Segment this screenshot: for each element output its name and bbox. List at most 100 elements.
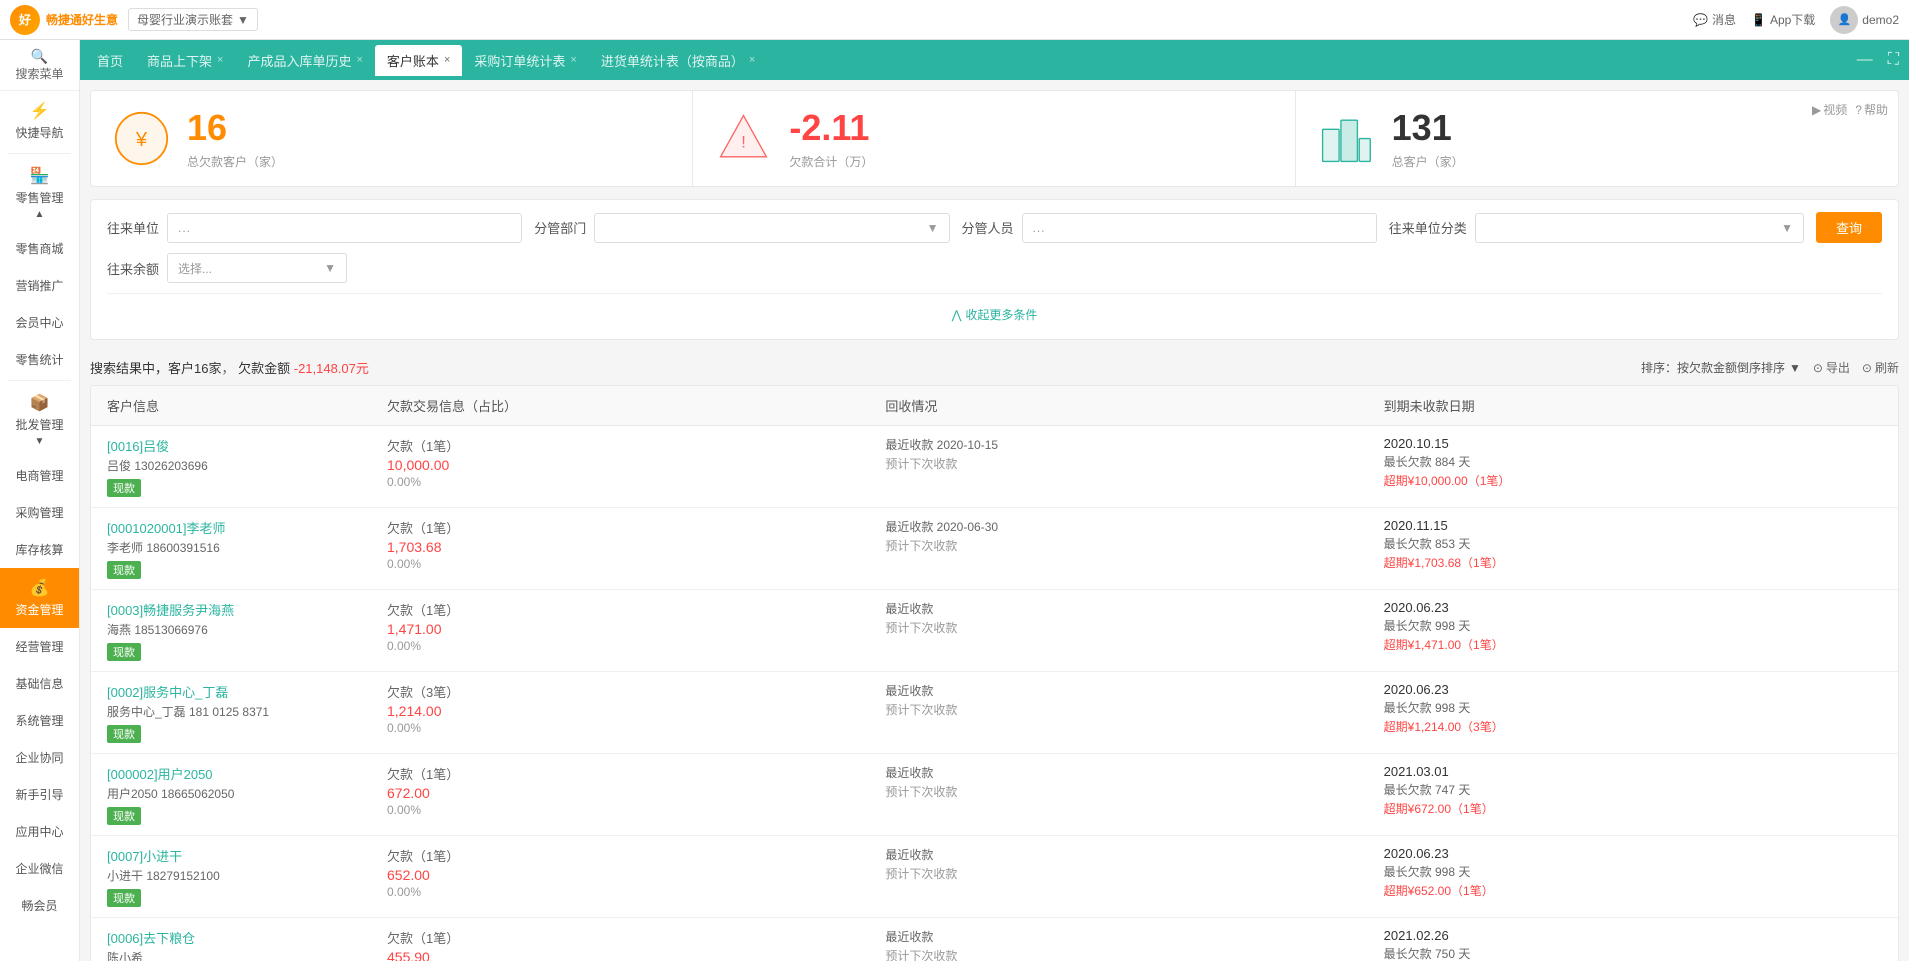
overdue-link-1[interactable]: 超期¥1,703.68（1笔） [1384,554,1882,571]
message-action[interactable]: 💬 消息 [1693,11,1736,28]
debt-amount-2[interactable]: 1,471.00 [387,621,885,637]
sidebar-item-retail-stats[interactable]: 零售统计 [0,341,79,378]
tab-minimize-btn[interactable]: — [1852,49,1878,71]
vendor-filter-input[interactable]: ... [167,213,522,243]
table-row: [000002]用户2050 用户2050 18665062050 现款 欠款（… [91,754,1898,836]
app-download-action[interactable]: 📱 App下载 [1751,11,1815,28]
tab-production-history-close[interactable]: × [356,54,362,66]
overdue-link-2[interactable]: 超期¥1,471.00（1笔） [1384,636,1882,653]
tab-stock-stats[interactable]: 进货单统计表（按商品） × [589,45,767,76]
search-button[interactable]: 查询 [1816,212,1882,243]
top-bar-left: 好 畅捷通好生意 母婴行业演示账套 ▼ [10,5,258,35]
recovery-next-6: 预计下次收款 [885,947,1383,961]
tab-customer-account-label: 客户账本 [387,51,439,70]
customer-tag-4: 现款 [107,807,141,825]
sidebar-item-base-info[interactable]: 基础信息 [0,665,79,702]
sidebar-item-ecommerce[interactable]: 电商管理 [0,457,79,494]
debt-customers-label: 总欠款客户（家） [187,153,672,170]
debt-amount-0[interactable]: 10,000.00 [387,457,885,473]
debt-ratio-5: 0.00% [387,885,885,899]
tab-stock-stats-close[interactable]: × [749,54,755,66]
overdue-info-4: 2021.03.01 最长欠款 747 天 超期¥672.00（1笔） [1384,764,1882,817]
customer-tag-3: 现款 [107,725,141,743]
sidebar-item-guide[interactable]: 新手引导 [0,776,79,813]
debt-amount-3[interactable]: 1,214.00 [387,703,885,719]
sidebar-item-inventory[interactable]: 库存核算 [0,531,79,568]
sidebar-item-finance[interactable]: 💰 资金管理 [0,568,79,628]
customer-name-2[interactable]: [0003]畅捷服务尹海燕 [107,600,387,619]
tab-product-listing[interactable]: 商品上下架 × [135,45,235,76]
sidebar-item-marketing[interactable]: 营销推广 [0,267,79,304]
sidebar-quick-nav[interactable]: ⚡ 快捷导航 [0,91,79,151]
tab-customer-account[interactable]: 客户账本 × [375,45,462,76]
tab-bar-actions: — ⛶ [1852,49,1904,71]
tab-purchase-stats[interactable]: 采购订单统计表 × [462,45,588,76]
sort-selector[interactable]: 排序：按欠款金额倒序排序 ▼ [1641,359,1801,376]
refresh-button[interactable]: ⊙ 刷新 [1862,359,1899,376]
collapse-button[interactable]: ⋀ 收起更多条件 [107,302,1882,327]
dept-filter-select[interactable]: ▼ [594,213,949,243]
sidebar-item-member[interactable]: 畅会员 [0,887,79,924]
member-label: 畅会员 [21,897,57,914]
tab-production-history[interactable]: 产成品入库单历史 × [235,45,374,76]
overdue-date-0: 2020.10.15 [1384,436,1882,451]
export-button[interactable]: ⊙ 导出 [1813,359,1850,376]
overdue-link-3[interactable]: 超期¥1,214.00（3笔） [1384,718,1882,735]
sidebar-item-app-center[interactable]: 应用中心 [0,813,79,850]
video-action[interactable]: ▶ 视频 [1812,101,1847,118]
inventory-label: 库存核算 [15,541,63,558]
person-filter-input[interactable]: ... [1022,213,1377,243]
quick-nav-label: 快捷导航 [15,124,63,141]
customer-name-1[interactable]: [0001020001]李老师 [107,518,387,537]
category-filter-select[interactable]: ▼ [1475,213,1804,243]
overdue-link-0[interactable]: 超期¥10,000.00（1笔） [1384,472,1882,489]
category-filter-label: 往来单位分类 [1389,218,1467,237]
debt-amount-4[interactable]: 672.00 [387,785,885,801]
debt-amount-5[interactable]: 652.00 [387,867,885,883]
help-action[interactable]: ? 帮助 [1855,101,1888,118]
customer-name-4[interactable]: [000002]用户2050 [107,764,387,783]
tab-maximize-btn[interactable]: ⛶ [1883,49,1904,71]
sidebar-item-operations[interactable]: 经营管理 [0,628,79,665]
sidebar-item-purchase[interactable]: 采购管理 [0,494,79,531]
collapse-label: 收起更多条件 [965,306,1037,323]
overdue-link-4[interactable]: 超期¥672.00（1笔） [1384,800,1882,817]
filter-item-vendor: 往来单位 ... [107,213,522,243]
filter-area: 往来单位 ... 分管部门 ▼ [90,199,1899,340]
svg-text:¥: ¥ [134,129,147,151]
person-dots: ... [1033,221,1046,235]
overdue-days-6: 最长欠款 750 天 [1384,945,1882,961]
recovery-date-4: 最近收款 [885,764,1383,781]
tab-home[interactable]: 首页 [85,45,135,76]
debt-amount-6[interactable]: 455.90 [387,949,885,961]
sidebar-item-system[interactable]: 系统管理 [0,702,79,739]
sidebar-item-retail-mgmt[interactable]: 🏪 零售管理 ▲ [0,156,79,230]
tab-customer-account-close[interactable]: × [444,54,450,66]
debt-amount-1[interactable]: 1,703.68 [387,539,885,555]
top-bar-right: 💬 消息 📱 App下载 👤 demo2 [1693,6,1899,34]
customer-name-5[interactable]: [0007]小进干 [107,846,387,865]
tab-product-listing-close[interactable]: × [217,54,223,66]
balance-filter-select[interactable]: 选择... ▼ [167,253,347,283]
sidebar-item-wechat[interactable]: 企业微信 [0,850,79,887]
page-content: ¥ 16 总欠款客户（家） ! [80,80,1909,961]
vendor-dots: ... [178,221,191,235]
results-text: 搜索结果中，客户16家 [90,361,221,376]
debt-count-5: 欠款（1笔） [387,846,885,865]
customer-name-3[interactable]: [0002]服务中心_丁磊 [107,682,387,701]
sidebar-item-wholesale[interactable]: 📦 批发管理 ▼ [0,383,79,457]
debt-ratio-2: 0.00% [387,639,885,653]
sidebar-item-collaboration[interactable]: 企业协同 [0,739,79,776]
customer-name-0[interactable]: [0016]吕俊 [107,436,387,455]
user-action[interactable]: 👤 demo2 [1830,6,1899,34]
customer-name-6[interactable]: [0006]去下粮仓 [107,928,387,947]
search-menu[interactable]: 🔍 搜索菜单 [0,40,79,91]
sidebar: 🔍 搜索菜单 ⚡ 快捷导航 🏪 零售管理 ▲ 零售商城 营销推广 会员中心 [0,40,80,961]
debt-count-6: 欠款（1笔） [387,928,885,947]
sidebar-item-membership[interactable]: 会员中心 [0,304,79,341]
company-selector[interactable]: 母婴行业演示账套 ▼ [128,8,258,31]
overdue-link-5[interactable]: 超期¥652.00（1笔） [1384,882,1882,899]
tab-purchase-stats-close[interactable]: × [570,54,576,66]
stat-actions: ▶ 视频 ? 帮助 [1812,101,1888,118]
sidebar-item-retail-mall[interactable]: 零售商城 [0,230,79,267]
